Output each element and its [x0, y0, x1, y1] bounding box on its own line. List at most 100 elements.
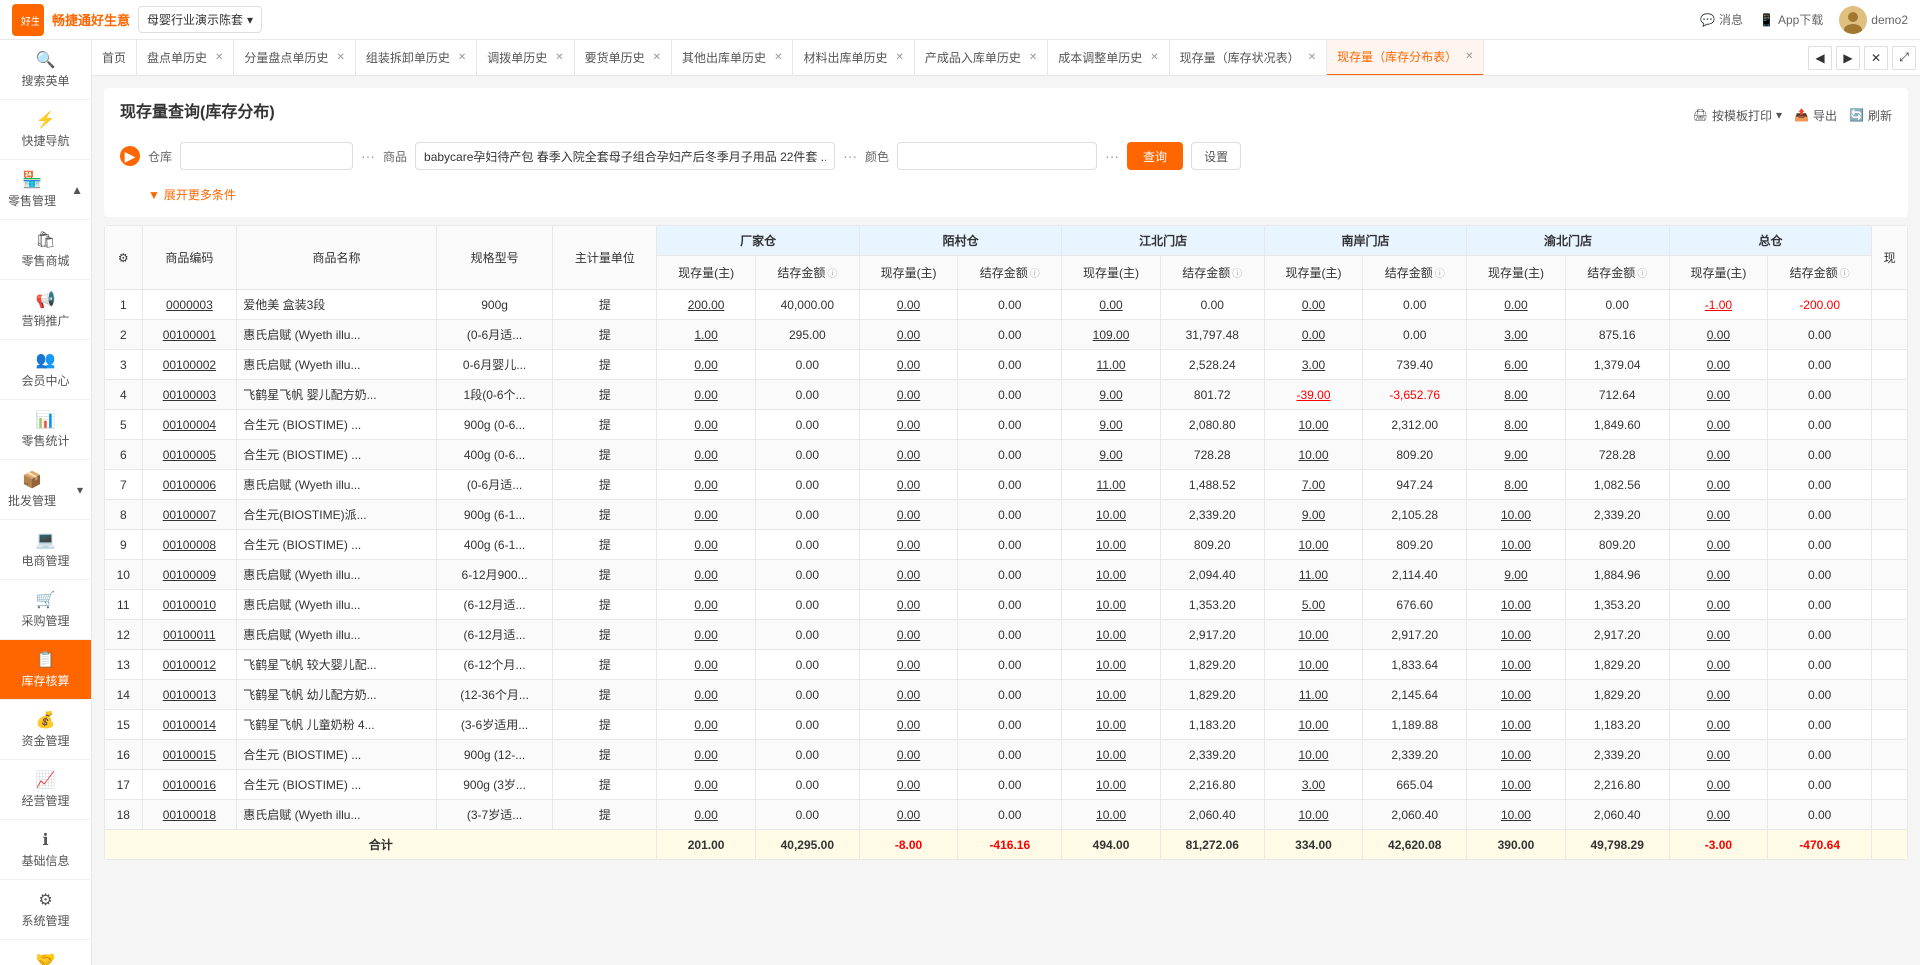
qty-link[interactable]: 5.00	[1302, 598, 1325, 612]
sidebar-item-inventory[interactable]: 📋 库存核算	[0, 640, 91, 700]
close-icon[interactable]: ✕	[1150, 52, 1158, 63]
qty-link[interactable]: 0.00	[694, 808, 717, 822]
qty-link[interactable]: 0.00	[1707, 718, 1730, 732]
sidebar-item-system[interactable]: ⚙ 系统管理	[0, 880, 91, 940]
qty-link[interactable]: 10.00	[1501, 538, 1531, 552]
qty-link[interactable]: 0.00	[1302, 298, 1325, 312]
qty-link[interactable]: 10.00	[1298, 448, 1328, 462]
qty-link[interactable]: 10.00	[1298, 628, 1328, 642]
qty-link[interactable]: 0.00	[1707, 568, 1730, 582]
qty-link[interactable]: 0.00	[1707, 388, 1730, 402]
tab-purchase[interactable]: 要货单历史 ✕	[575, 40, 672, 76]
print-btn[interactable]: 🖨 按模板打印 ▾	[1693, 107, 1782, 124]
tab-next-btn[interactable]: ▶	[1836, 46, 1860, 70]
qty-link[interactable]: 10.00	[1298, 538, 1328, 552]
qty-link[interactable]: 8.00	[1504, 418, 1527, 432]
code-link[interactable]: 00100008	[163, 538, 216, 552]
code-link[interactable]: 00100005	[163, 448, 216, 462]
qty-link[interactable]: 0.00	[1707, 628, 1730, 642]
qty-link[interactable]: 3.00	[1504, 328, 1527, 342]
search-btn[interactable]: 查询	[1127, 142, 1183, 170]
close-icon[interactable]: ✕	[555, 52, 563, 63]
qty-link[interactable]: 6.00	[1504, 358, 1527, 372]
tab-product-in[interactable]: 产成品入库单历史 ✕	[915, 40, 1048, 76]
goods-more-btn[interactable]: ···	[843, 148, 857, 164]
qty-link[interactable]: 9.00	[1504, 568, 1527, 582]
qty-link[interactable]: 10.00	[1096, 538, 1126, 552]
qty-link[interactable]: 0.00	[897, 568, 920, 582]
qty-link[interactable]: 0.00	[1707, 508, 1730, 522]
qty-link[interactable]: 109.00	[1093, 328, 1130, 342]
qty-link[interactable]: 0.00	[694, 568, 717, 582]
message-btn[interactable]: 💬 消息	[1700, 11, 1743, 28]
qty-link[interactable]: 0.00	[897, 388, 920, 402]
qty-link[interactable]: 11.00	[1299, 568, 1328, 582]
qty-link[interactable]: 0.00	[897, 418, 920, 432]
qty-link[interactable]: 0.00	[694, 628, 717, 642]
goods-input[interactable]	[415, 142, 835, 170]
qty-link[interactable]: 10.00	[1096, 628, 1126, 642]
qty-link[interactable]: 9.00	[1504, 448, 1527, 462]
tab-close-btn[interactable]: ✕	[1864, 46, 1888, 70]
qty-link[interactable]: 11.00	[1096, 478, 1125, 492]
qty-link[interactable]: 7.00	[1302, 478, 1325, 492]
qty-link[interactable]: 0.00	[897, 748, 920, 762]
tab-stock-history[interactable]: 盘点单历史 ✕	[137, 40, 234, 76]
refresh-btn[interactable]: 🔄 刷新	[1849, 107, 1892, 124]
qty-link[interactable]: 8.00	[1504, 388, 1527, 402]
qty-link[interactable]: 10.00	[1096, 808, 1126, 822]
qty-link[interactable]: 0.00	[897, 328, 920, 342]
tab-material-out[interactable]: 材料出库单历史 ✕	[793, 40, 914, 76]
qty-link[interactable]: 10.00	[1096, 688, 1126, 702]
qty-link[interactable]: 10.00	[1096, 598, 1126, 612]
sidebar-item-search[interactable]: 🔍 搜索英单	[0, 40, 91, 100]
qty-link[interactable]: 0.00	[1707, 808, 1730, 822]
qty-link[interactable]: 10.00	[1096, 778, 1126, 792]
qty-link[interactable]: 9.00	[1099, 448, 1122, 462]
app-download-btn[interactable]: 📱 App下载	[1759, 11, 1823, 28]
qty-link[interactable]: 3.00	[1302, 358, 1325, 372]
qty-link[interactable]: 10.00	[1298, 418, 1328, 432]
code-link[interactable]: 00100012	[163, 658, 216, 672]
sidebar-item-ecommerce[interactable]: 💻 电商管理	[0, 520, 91, 580]
expand-more-btn[interactable]: ▼ 展开更多条件	[148, 182, 236, 207]
sidebar-item-members[interactable]: 👥 会员中心	[0, 340, 91, 400]
qty-link[interactable]: 10.00	[1096, 748, 1126, 762]
code-link[interactable]: 00100007	[163, 508, 216, 522]
qty-link[interactable]: 10.00	[1096, 568, 1126, 582]
qty-link[interactable]: 0.00	[1099, 298, 1122, 312]
sidebar-item-retail-mall[interactable]: 🛍 零售商城	[0, 220, 91, 280]
qty-link[interactable]: 10.00	[1501, 688, 1531, 702]
sidebar-item-nav[interactable]: ⚡ 快捷导航	[0, 100, 91, 160]
qty-link[interactable]: 0.00	[1707, 448, 1730, 462]
tab-combo[interactable]: 组装拆卸单历史 ✕	[356, 40, 477, 76]
qty-link[interactable]: 0.00	[1504, 298, 1527, 312]
sidebar-item-purchase[interactable]: 🛒 采购管理	[0, 580, 91, 640]
sidebar-item-operations[interactable]: 📈 经营管理	[0, 760, 91, 820]
qty-link[interactable]: 0.00	[694, 418, 717, 432]
qty-link[interactable]: 0.00	[694, 388, 717, 402]
qty-link[interactable]: 0.00	[694, 538, 717, 552]
qty-link[interactable]: 0.00	[694, 358, 717, 372]
tab-fullscreen-btn[interactable]: ⤢	[1892, 46, 1916, 70]
color-more-btn[interactable]: ···	[1105, 148, 1119, 164]
qty-link[interactable]: 0.00	[1707, 328, 1730, 342]
qty-link[interactable]: 200.00	[688, 298, 725, 312]
qty-link[interactable]: 0.00	[1707, 658, 1730, 672]
qty-link[interactable]: 0.00	[1707, 688, 1730, 702]
qty-link[interactable]: 0.00	[694, 718, 717, 732]
code-link[interactable]: 00100013	[163, 688, 216, 702]
qty-link[interactable]: 10.00	[1501, 718, 1531, 732]
qty-link[interactable]: 0.00	[1707, 418, 1730, 432]
close-icon[interactable]: ✕	[653, 52, 661, 63]
qty-link[interactable]: 0.00	[897, 778, 920, 792]
tab-cost-adjust[interactable]: 成本调整单历史 ✕	[1048, 40, 1169, 76]
code-link[interactable]: 00100004	[163, 418, 216, 432]
qty-link[interactable]: 10.00	[1501, 748, 1531, 762]
sidebar-item-basic-info[interactable]: ℹ 基础信息	[0, 820, 91, 880]
qty-link[interactable]: 9.00	[1099, 388, 1122, 402]
qty-link[interactable]: 10.00	[1096, 508, 1126, 522]
close-icon[interactable]: ✕	[1308, 52, 1316, 63]
warehouse-input[interactable]	[180, 142, 353, 170]
qty-link[interactable]: 0.00	[694, 478, 717, 492]
